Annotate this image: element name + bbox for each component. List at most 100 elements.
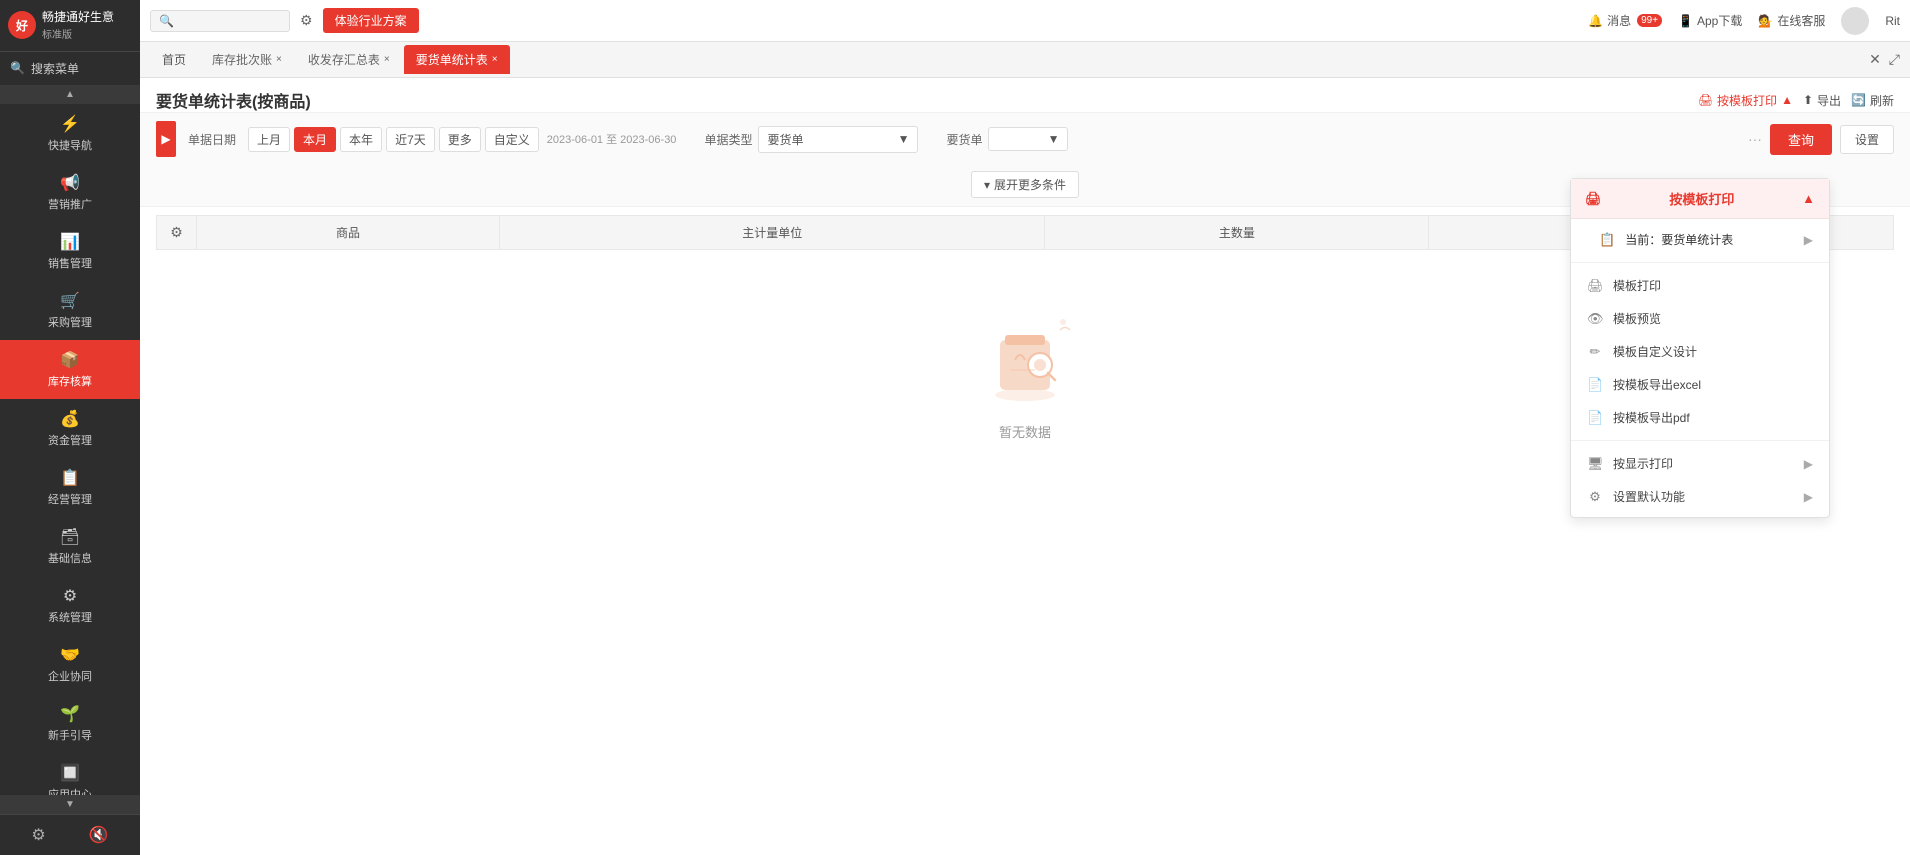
tab-home[interactable]: 首页 xyxy=(150,45,198,74)
filter-toggle-btn[interactable]: ▶ xyxy=(156,121,176,157)
home-tab-label: 首页 xyxy=(162,51,186,68)
topbar-search[interactable]: 🔍 xyxy=(150,10,290,32)
order-type-select[interactable]: 要货单 ▼ xyxy=(758,126,918,153)
inventory-batch-tab-label: 库存批次账 xyxy=(212,51,272,68)
col-quantity: 主数量 xyxy=(1045,216,1429,250)
dropdown-item-export-pdf[interactable]: 📄 按模板导出pdf xyxy=(1571,401,1829,434)
sidebar-item-operation[interactable]: 📋 经营管理 xyxy=(0,458,140,517)
dropdown-item-template-preview[interactable]: 👁 模板预览 xyxy=(1571,302,1829,335)
empty-state-icon xyxy=(975,310,1075,410)
template-print-button[interactable]: 🖨 按模板打印 ▲ xyxy=(1698,92,1793,109)
filter-actions: ··· 查询 设置 xyxy=(1748,124,1894,155)
dropdown-current-item[interactable]: 📋 当前：要货单统计表 ▶ xyxy=(1571,223,1829,256)
notification-action[interactable]: 🔔 消息 99+ xyxy=(1588,12,1662,29)
tab-order-summary[interactable]: 要货单统计表 × xyxy=(404,45,510,74)
refresh-button[interactable]: 🔄 刷新 xyxy=(1851,92,1894,109)
collab-icon: 🤝 xyxy=(60,645,80,665)
select-chevron-icon: ▼ xyxy=(898,132,910,146)
avatar[interactable] xyxy=(1841,7,1869,35)
tab-close-all-icon[interactable]: ✕ xyxy=(1869,51,1881,68)
dropdown-arrow-icon: ▶ xyxy=(1804,233,1813,247)
topbar-search-icon: 🔍 xyxy=(159,14,174,28)
sidebar-item-label: 销售管理 xyxy=(48,255,92,271)
mute-icon[interactable]: 🔇 xyxy=(89,825,109,845)
sidebar-item-label: 库存核算 xyxy=(48,373,92,389)
col-settings[interactable]: ⚙ xyxy=(157,216,197,250)
dropdown-item-template-print[interactable]: 🖨 模板打印 xyxy=(1571,269,1829,302)
date-btn-last-month[interactable]: 上月 xyxy=(248,127,290,152)
sidebar-item-collab[interactable]: 🤝 企业协同 xyxy=(0,635,140,694)
sidebar-item-label: 基础信息 xyxy=(48,550,92,566)
tab-expand-icon[interactable]: ⤢ xyxy=(1889,51,1900,68)
tab-close-order-summary[interactable]: × xyxy=(492,54,498,65)
template-print-item-label: 模板打印 xyxy=(1613,277,1661,294)
col-unit: 主计量单位 xyxy=(500,216,1045,250)
expand-filter-button[interactable]: ▾ 展开更多条件 xyxy=(971,171,1079,198)
dropdown-item-display-print[interactable]: 🖥 按显示打印 ▶ xyxy=(1571,447,1829,480)
date-btn-more[interactable]: 更多 xyxy=(439,127,481,152)
settings-button[interactable]: 设置 xyxy=(1840,125,1894,154)
sidebar-item-marketing[interactable]: 📢 营销推广 xyxy=(0,163,140,222)
dropdown-item-template-custom[interactable]: ✏ 模板自定义设计 xyxy=(1571,335,1829,368)
table-settings-icon[interactable]: ⚙ xyxy=(170,224,183,240)
date-filter-label: 单据日期 xyxy=(188,131,236,148)
date-btn-this-year[interactable]: 本年 xyxy=(340,127,382,152)
finance-icon: 💰 xyxy=(60,409,80,429)
sidebar-item-inventory[interactable]: 📦 库存核算 xyxy=(0,340,140,399)
chevron-up-icon: ▲ xyxy=(1781,93,1793,107)
search-menu-item[interactable]: 🔍 搜索菜单 xyxy=(0,52,140,85)
sidebar-item-label: 快捷导航 xyxy=(48,137,92,153)
sidebar-item-purchase[interactable]: 🛒 采购管理 xyxy=(0,281,140,340)
date-btn-this-month[interactable]: 本月 xyxy=(294,127,336,152)
req-goods-select[interactable]: ▼ xyxy=(988,127,1068,151)
tab-close-inventory-batch[interactable]: × xyxy=(276,54,282,65)
date-btn-7days[interactable]: 近7天 xyxy=(386,127,435,152)
trial-button[interactable]: 体验行业方案 xyxy=(323,8,419,33)
sidebar-item-appstore[interactable]: 🔲 应用中心 xyxy=(0,753,140,795)
notification-badge: 99+ xyxy=(1637,14,1662,27)
display-print-arrow: ▶ xyxy=(1804,457,1813,471)
expand-label: 展开更多条件 xyxy=(994,176,1066,193)
col-goods: 商品 xyxy=(197,216,500,250)
order-summary-tab-label: 要货单统计表 xyxy=(416,51,488,68)
settings-icon[interactable]: ⚙ xyxy=(31,825,45,845)
order-type-filter: 单据类型 要货单 ▼ xyxy=(704,126,918,153)
sidebar-item-quick-nav[interactable]: ⚡ 快捷导航 xyxy=(0,104,140,163)
sidebar-item-system[interactable]: ⚙ 系统管理 xyxy=(0,576,140,635)
app-download-action[interactable]: 📱 App下载 xyxy=(1678,12,1742,29)
template-print-item-icon: 🖨 xyxy=(1587,278,1603,294)
tab-inventory-batch[interactable]: 库存批次账 × xyxy=(200,45,294,74)
user-name[interactable]: Rit xyxy=(1885,14,1900,28)
page-title: 要货单统计表(按商品) xyxy=(156,88,311,112)
export-excel-item-icon: 📄 xyxy=(1587,377,1603,393)
more-dots[interactable]: ··· xyxy=(1748,131,1762,147)
receivable-summary-tab-label: 收发存汇总表 xyxy=(308,51,380,68)
topbar-gear-icon[interactable]: ⚙ xyxy=(300,12,313,29)
sidebar-scroll-up[interactable]: ▲ xyxy=(0,85,140,104)
topbar: 🔍 ⚙ 体验行业方案 🔔 消息 99+ 📱 App下载 💁 在线客服 Rit xyxy=(140,0,1910,42)
dropdown-divider-2 xyxy=(1571,440,1829,441)
dropdown-divider-1 xyxy=(1571,262,1829,263)
dropdown-chevron-up[interactable]: ▲ xyxy=(1802,191,1815,206)
main-content: 🔍 ⚙ 体验行业方案 🔔 消息 99+ 📱 App下载 💁 在线客服 Rit xyxy=(140,0,1910,855)
date-btn-custom[interactable]: 自定义 xyxy=(485,127,539,152)
sidebar-item-basic[interactable]: 🗃 基础信息 xyxy=(0,517,140,576)
sidebar-item-sales[interactable]: 📊 销售管理 xyxy=(0,222,140,281)
refresh-label: 刷新 xyxy=(1870,92,1894,109)
req-goods-filter: 要货单 ▼ xyxy=(946,127,1068,151)
tab-close-receivable-summary[interactable]: × xyxy=(384,54,390,65)
query-button[interactable]: 查询 xyxy=(1770,124,1832,155)
online-service-action[interactable]: 💁 在线客服 xyxy=(1758,12,1825,29)
dropdown-header-icons: ▲ xyxy=(1802,191,1815,206)
sidebar-item-guide[interactable]: 🌱 新手引导 xyxy=(0,694,140,753)
dropdown-item-export-excel[interactable]: 📄 按模板导出excel xyxy=(1571,368,1829,401)
search-menu-label: 搜索菜单 xyxy=(31,60,79,77)
sidebar-item-finance[interactable]: 💰 资金管理 xyxy=(0,399,140,458)
basic-icon: 🗃 xyxy=(60,527,80,547)
export-excel-item-label: 按模板导出excel xyxy=(1613,376,1701,393)
sidebar-scroll-down[interactable]: ▼ xyxy=(0,795,140,814)
tab-receivable-summary[interactable]: 收发存汇总表 × xyxy=(296,45,402,74)
dropdown-item-set-default[interactable]: ⚙ 设置默认功能 ▶ xyxy=(1571,480,1829,513)
sidebar-bottom: ⚙ 🔇 xyxy=(0,814,140,855)
export-button[interactable]: ⬆ 导出 xyxy=(1803,92,1841,109)
